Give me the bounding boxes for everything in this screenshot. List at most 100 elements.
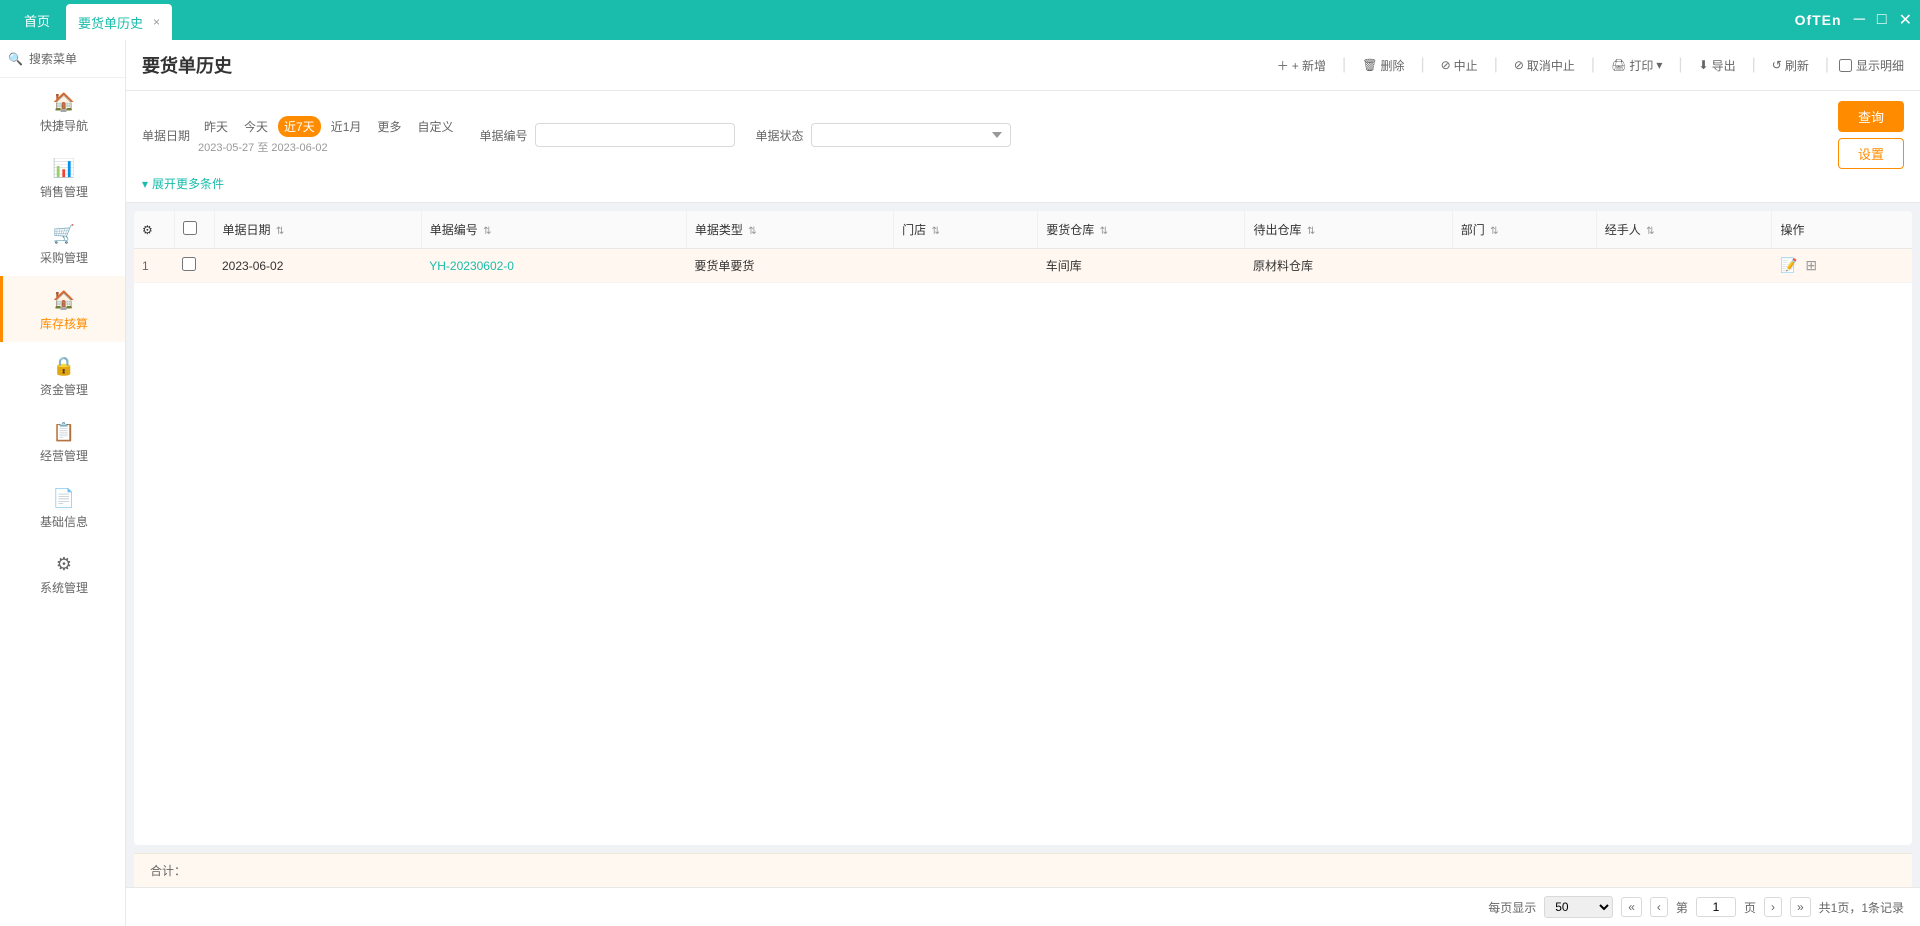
delete-label: 删除 bbox=[1380, 57, 1404, 74]
delete-icon: 🗑 bbox=[1362, 58, 1377, 72]
sidebar-item-quick-nav[interactable]: 🏠 快捷导航 bbox=[0, 78, 125, 144]
display-detail-checkbox[interactable] bbox=[1839, 59, 1852, 72]
window-max-icon[interactable]: □ bbox=[1877, 11, 1887, 29]
divider-5: | bbox=[1678, 56, 1682, 74]
th-date-sort-icon: ⇅ bbox=[276, 226, 284, 237]
stop-button[interactable]: ⊘ 中止 bbox=[1435, 53, 1484, 78]
settings-cog-icon[interactable]: ⚙ bbox=[142, 223, 153, 237]
print-button[interactable]: 🖨 打印 ▾ bbox=[1605, 53, 1668, 78]
date-opt-today[interactable]: 今天 bbox=[238, 116, 274, 137]
filter-actions: 查询 设置 bbox=[1838, 101, 1904, 169]
td-handler bbox=[1596, 249, 1772, 283]
sidebar-item-label-operations: 经营管理 bbox=[40, 447, 88, 464]
th-settings: ⚙ bbox=[134, 211, 174, 249]
setting-button[interactable]: 设置 bbox=[1838, 138, 1904, 169]
th-req-warehouse-sort-icon: ⇅ bbox=[1100, 226, 1108, 237]
expand-more[interactable]: ▾ 展开更多条件 bbox=[142, 175, 1904, 192]
pagination-bar: 每页显示 50 100 200 « ‹ 第 页 › » 共1页，1条记录 bbox=[126, 887, 1920, 926]
th-pending-warehouse-sort-icon: ⇅ bbox=[1307, 226, 1315, 237]
th-order-type: 单据类型 ⇅ bbox=[686, 211, 893, 249]
next-page-btn[interactable]: › bbox=[1764, 897, 1782, 917]
filter-date: 单据日期 昨天 今天 近7天 近1月 更多 自定义 2023-05-27 至 2… bbox=[142, 116, 459, 155]
divider-3: | bbox=[1494, 56, 1498, 74]
last-page-btn[interactable]: » bbox=[1790, 897, 1811, 917]
export-icon: ⬇ bbox=[1699, 58, 1709, 72]
td-req-warehouse: 车间库 bbox=[1038, 249, 1245, 283]
window-min-icon[interactable]: ─ bbox=[1854, 11, 1865, 29]
add-button[interactable]: ＋ + 新增 bbox=[1271, 53, 1332, 78]
first-page-btn[interactable]: « bbox=[1621, 897, 1642, 917]
refresh-label: 刷新 bbox=[1785, 57, 1809, 74]
expand-icon: ▾ bbox=[142, 177, 148, 191]
sidebar-item-operations[interactable]: 📋 经营管理 bbox=[0, 408, 125, 474]
th-order-type-label: 单据类型 bbox=[695, 223, 743, 237]
order-no-input[interactable] bbox=[535, 123, 735, 147]
th-department-sort-icon: ⇅ bbox=[1490, 226, 1498, 237]
delete-button[interactable]: 🗑 删除 bbox=[1356, 53, 1410, 78]
print-label: 打印 bbox=[1629, 57, 1653, 74]
add-icon: ＋ bbox=[1277, 57, 1289, 74]
cancel-stop-icon: ⊘ bbox=[1514, 58, 1524, 72]
sales-icon: 📊 bbox=[53, 158, 75, 179]
table-row: 1 2023-06-02 YH-20230602-0 要货单要货 车间库 原材料… bbox=[134, 249, 1912, 283]
row-delete-icon[interactable]: ⊞ bbox=[1805, 257, 1817, 274]
th-department-label: 部门 bbox=[1461, 223, 1485, 237]
td-pending-warehouse: 原材料仓库 bbox=[1245, 249, 1452, 283]
date-opt-1month[interactable]: 近1月 bbox=[325, 116, 368, 137]
export-label: 导出 bbox=[1712, 57, 1736, 74]
cancel-stop-button[interactable]: ⊘ 取消中止 bbox=[1508, 53, 1581, 78]
sidebar-item-sales[interactable]: 📊 销售管理 bbox=[0, 144, 125, 210]
row-num: 1 bbox=[142, 259, 149, 273]
page-unit: 页 bbox=[1744, 899, 1756, 916]
date-opt-custom[interactable]: 自定义 bbox=[411, 116, 459, 137]
display-detail-toggle[interactable]: 显示明细 bbox=[1839, 57, 1904, 74]
purchase-icon: 🛒 bbox=[53, 224, 75, 245]
quick-nav-icon: 🏠 bbox=[53, 92, 75, 113]
row-edit-icon[interactable]: 📝 bbox=[1780, 257, 1797, 274]
status-select[interactable] bbox=[811, 123, 1011, 147]
divider-6: | bbox=[1752, 56, 1756, 74]
operations-icon: 📋 bbox=[53, 422, 75, 443]
divider-4: | bbox=[1591, 56, 1595, 74]
sidebar-item-basic[interactable]: 📄 基础信息 bbox=[0, 474, 125, 540]
expand-label: 展开更多条件 bbox=[152, 175, 224, 192]
content-area: 要货单历史 ＋ + 新增 | 🗑 删除 | ⊘ 中止 | ⊘ bbox=[126, 40, 1920, 926]
tab-active-label: 要货单历史 bbox=[78, 13, 143, 32]
date-opt-yesterday[interactable]: 昨天 bbox=[198, 116, 234, 137]
th-handler-sort-icon: ⇅ bbox=[1646, 226, 1654, 237]
tab-home[interactable]: 首页 bbox=[8, 0, 66, 40]
refresh-button[interactable]: ↺ 刷新 bbox=[1766, 53, 1815, 78]
query-button[interactable]: 查询 bbox=[1838, 101, 1904, 132]
filter-bar: 单据日期 昨天 今天 近7天 近1月 更多 自定义 2023-05-27 至 2… bbox=[126, 91, 1920, 203]
sidebar-item-inventory[interactable]: 🏠 库存核算 bbox=[0, 276, 125, 342]
total-info: 共1页，1条记录 bbox=[1819, 899, 1904, 916]
date-opt-7days[interactable]: 近7天 bbox=[278, 116, 321, 137]
date-options: 昨天 今天 近7天 近1月 更多 自定义 2023-05-27 至 2023-0… bbox=[198, 116, 459, 155]
top-bar-right: OfTEn ─ □ ✕ bbox=[1795, 10, 1912, 30]
sidebar-item-system[interactable]: ⚙ 系统管理 bbox=[0, 540, 125, 606]
sidebar-item-purchase[interactable]: 🛒 采购管理 bbox=[0, 210, 125, 276]
sidebar: 🔍 搜索菜单 🏠 快捷导航 📊 销售管理 🛒 采购管理 🏠 库存核算 🔒 资金管… bbox=[0, 40, 126, 926]
window-close-icon[interactable]: ✕ bbox=[1899, 10, 1912, 30]
header-actions: ＋ + 新增 | 🗑 删除 | ⊘ 中止 | ⊘ 取消中止 | bbox=[1271, 53, 1904, 78]
table-body: 1 2023-06-02 YH-20230602-0 要货单要货 车间库 原材料… bbox=[134, 249, 1912, 283]
page-size-select[interactable]: 50 100 200 bbox=[1544, 896, 1613, 918]
prev-page-btn[interactable]: ‹ bbox=[1650, 897, 1668, 917]
sidebar-item-finance[interactable]: 🔒 资金管理 bbox=[0, 342, 125, 408]
tab-close-icon[interactable]: × bbox=[153, 15, 160, 29]
date-opt-more[interactable]: 更多 bbox=[371, 116, 407, 137]
select-all-checkbox[interactable] bbox=[183, 221, 197, 235]
order-no-link[interactable]: YH-20230602-0 bbox=[429, 259, 514, 273]
th-operations-label: 操作 bbox=[1780, 223, 1804, 237]
td-date: 2023-06-02 bbox=[214, 249, 421, 283]
export-button[interactable]: ⬇ 导出 bbox=[1693, 53, 1742, 78]
th-department: 部门 ⇅ bbox=[1452, 211, 1596, 249]
status-label: 单据状态 bbox=[755, 127, 803, 144]
page-number-input[interactable] bbox=[1696, 897, 1736, 917]
sidebar-search[interactable]: 🔍 搜索菜单 bbox=[0, 40, 125, 78]
inventory-icon: 🏠 bbox=[53, 290, 75, 311]
th-operations: 操作 bbox=[1772, 211, 1912, 249]
tab-active[interactable]: 要货单历史 × bbox=[66, 4, 172, 40]
th-req-warehouse-label: 要货仓库 bbox=[1046, 223, 1094, 237]
row-checkbox[interactable] bbox=[182, 257, 196, 271]
